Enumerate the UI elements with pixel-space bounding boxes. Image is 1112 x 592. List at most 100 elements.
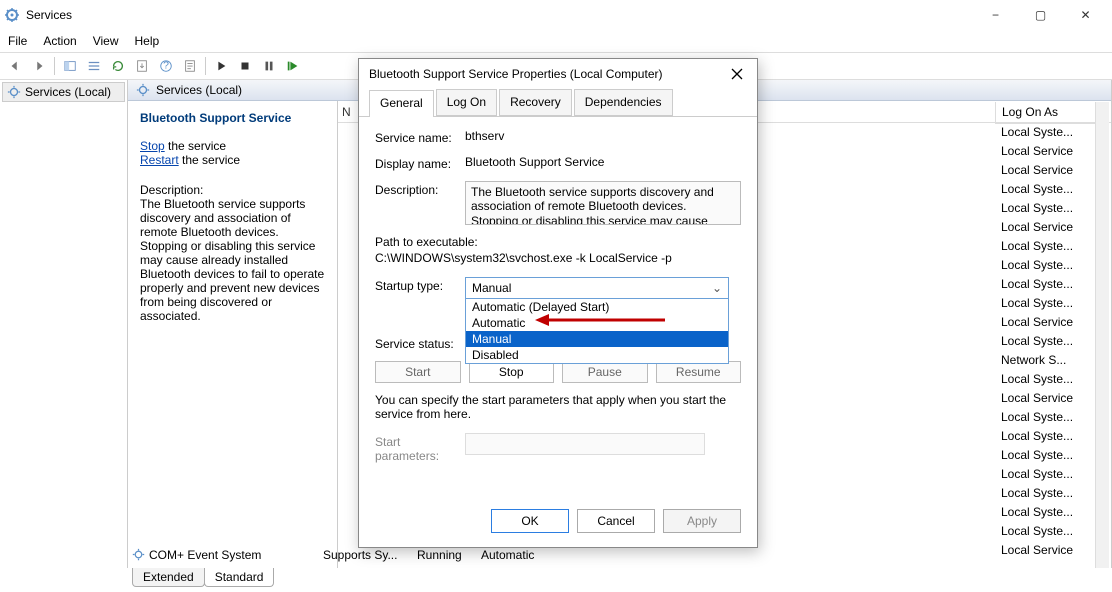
- logon-cell: Local Syste...: [995, 409, 1095, 428]
- label-start-params: Start parameters:: [375, 433, 465, 463]
- restart-button[interactable]: [282, 55, 304, 77]
- logon-column: Log On As Local Syste...Local ServiceLoc…: [995, 102, 1095, 590]
- label-service-status: Service status:: [375, 335, 465, 351]
- logon-cell: Local Service: [995, 542, 1095, 561]
- nav-services-local[interactable]: Services (Local): [2, 82, 125, 102]
- show-hide-button[interactable]: [59, 55, 81, 77]
- value-display-name: Bluetooth Support Service: [465, 155, 741, 169]
- cell-startup: Automatic: [481, 548, 551, 562]
- label-startup-type: Startup type:: [375, 277, 465, 293]
- logon-cell: Local Syste...: [995, 466, 1095, 485]
- back-button[interactable]: [4, 55, 26, 77]
- logon-cell: Local Syste...: [995, 523, 1095, 542]
- logon-cell: Local Syste...: [995, 333, 1095, 352]
- logon-cell: Local Syste...: [995, 485, 1095, 504]
- menu-file[interactable]: File: [8, 34, 27, 48]
- tab-extended[interactable]: Extended: [132, 568, 205, 587]
- service-title: Bluetooth Support Service: [140, 111, 325, 125]
- column-header-logon[interactable]: Log On As: [995, 102, 1095, 124]
- option-manual[interactable]: Manual: [466, 331, 728, 347]
- maximize-button[interactable]: ▢: [1018, 0, 1063, 30]
- chevron-down-icon: ⌄: [712, 281, 722, 295]
- menu-action[interactable]: Action: [43, 34, 76, 48]
- logon-cell: Local Service: [995, 219, 1095, 238]
- start-button[interactable]: Start: [375, 361, 461, 383]
- logon-cell: Local Syste...: [995, 371, 1095, 390]
- pause-button[interactable]: [258, 55, 280, 77]
- apply-button[interactable]: Apply: [663, 509, 741, 533]
- stop-button[interactable]: Stop: [469, 361, 555, 383]
- tab-standard[interactable]: Standard: [204, 568, 275, 587]
- titlebar: Services − ▢ ✕: [0, 0, 1112, 30]
- help-button[interactable]: ?: [155, 55, 177, 77]
- dialog-titlebar[interactable]: Bluetooth Support Service Properties (Lo…: [359, 59, 757, 89]
- value-service-name: bthserv: [465, 129, 741, 143]
- bottom-tabs: Extended Standard: [0, 568, 1112, 592]
- menubar: File Action View Help: [0, 30, 1112, 52]
- stop-button[interactable]: [234, 55, 256, 77]
- cancel-button[interactable]: Cancel: [577, 509, 655, 533]
- refresh-button[interactable]: [107, 55, 129, 77]
- export-button[interactable]: [131, 55, 153, 77]
- logon-cell: Local Syste...: [995, 238, 1095, 257]
- dialog-title: Bluetooth Support Service Properties (Lo…: [369, 67, 727, 81]
- tab-recovery[interactable]: Recovery: [499, 89, 572, 116]
- tab-general[interactable]: General: [369, 90, 434, 117]
- gear-icon: [136, 83, 150, 97]
- tab-logon[interactable]: Log On: [436, 89, 497, 116]
- menu-help[interactable]: Help: [135, 34, 160, 48]
- vertical-scrollbar[interactable]: [1095, 102, 1109, 568]
- logon-cell: Local Syste...: [995, 257, 1095, 276]
- start-params-input: [465, 433, 705, 455]
- option-disabled[interactable]: Disabled: [466, 347, 728, 363]
- left-nav: Services (Local): [0, 80, 128, 568]
- properties-button[interactable]: [179, 55, 201, 77]
- properties-dialog: Bluetooth Support Service Properties (Lo…: [358, 58, 758, 548]
- tab-dependencies[interactable]: Dependencies: [574, 89, 673, 116]
- label-path: Path to executable:: [375, 235, 741, 249]
- label-display-name: Display name:: [375, 155, 465, 171]
- logon-cell: Local Syste...: [995, 295, 1095, 314]
- description-label: Description:: [140, 183, 325, 197]
- menu-view[interactable]: View: [93, 34, 119, 48]
- resume-button[interactable]: Resume: [656, 361, 742, 383]
- logon-cell: Local Service: [995, 314, 1095, 333]
- ok-button[interactable]: OK: [491, 509, 569, 533]
- gear-icon: [7, 85, 21, 99]
- restart-link[interactable]: Restart: [140, 153, 179, 167]
- label-description: Description:: [375, 181, 465, 197]
- logon-cell: Local Service: [995, 143, 1095, 162]
- cell-desc: Supports Sy...: [323, 548, 413, 562]
- logon-cell: Local Syste...: [995, 504, 1095, 523]
- option-auto-delayed[interactable]: Automatic (Delayed Start): [466, 299, 728, 315]
- description-pane: Bluetooth Support Service Stop the servi…: [128, 101, 338, 568]
- logon-cell: Local Service: [995, 162, 1095, 181]
- description-text: The Bluetooth service supports discovery…: [140, 197, 325, 323]
- startup-type-dropdown: Automatic (Delayed Start) Automatic Manu…: [465, 299, 729, 364]
- logon-cell: Local Syste...: [995, 428, 1095, 447]
- stop-link[interactable]: Stop: [140, 139, 165, 153]
- cell-name: COM+ Event System: [149, 548, 319, 562]
- description-box[interactable]: The Bluetooth service supports discovery…: [465, 181, 741, 225]
- nav-label: Services (Local): [25, 85, 111, 99]
- dialog-close-button[interactable]: [727, 64, 747, 84]
- forward-button[interactable]: [28, 55, 50, 77]
- logon-cell: Local Syste...: [995, 447, 1095, 466]
- pane-header-title: Services (Local): [156, 83, 242, 97]
- play-button[interactable]: [210, 55, 232, 77]
- logon-cell: Local Service: [995, 390, 1095, 409]
- list-button[interactable]: [83, 55, 105, 77]
- services-icon: [4, 7, 20, 23]
- logon-cell: Local Syste...: [995, 276, 1095, 295]
- window-title: Services: [26, 8, 72, 22]
- svg-text:?: ?: [163, 60, 169, 72]
- dialog-tabs: General Log On Recovery Dependencies: [359, 89, 757, 117]
- pause-button[interactable]: Pause: [562, 361, 648, 383]
- close-icon: [731, 68, 743, 80]
- cell-status: Running: [417, 548, 477, 562]
- close-button[interactable]: ✕: [1063, 0, 1108, 30]
- minimize-button[interactable]: −: [973, 0, 1018, 30]
- logon-cell: Local Syste...: [995, 200, 1095, 219]
- logon-cell: Local Syste...: [995, 181, 1095, 200]
- startup-type-select[interactable]: Manual ⌄: [465, 277, 729, 299]
